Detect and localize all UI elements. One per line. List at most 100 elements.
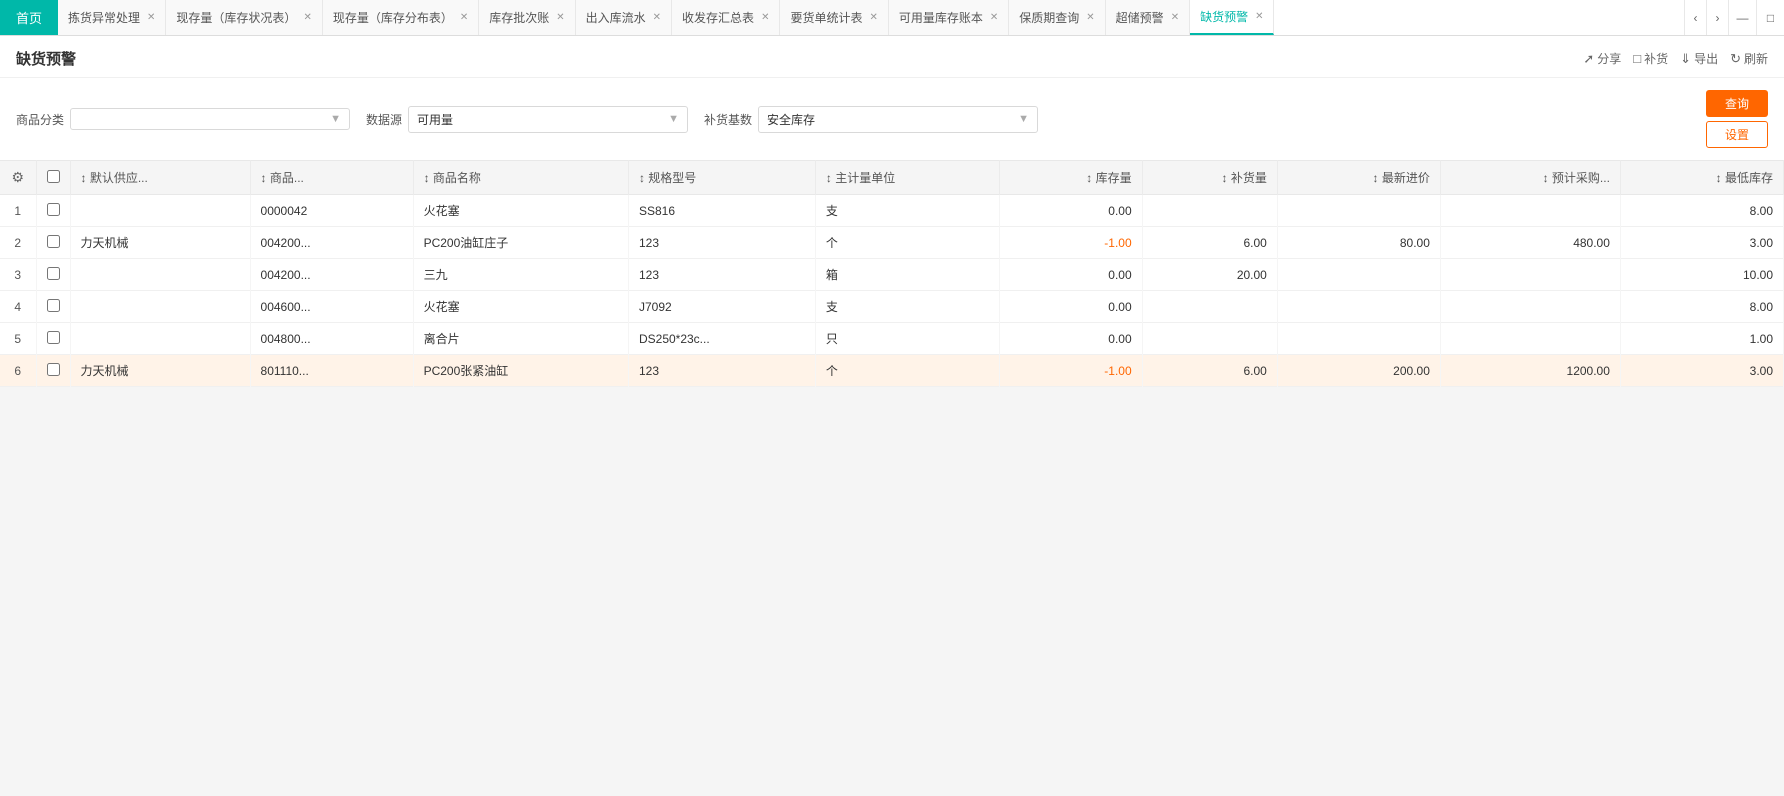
tab-batch-account[interactable]: 库存批次账 ✕ [479, 0, 575, 35]
cell-checkbox-1[interactable] [36, 227, 70, 259]
export-action[interactable]: ⇓ 导出 [1680, 50, 1718, 67]
cell-unit-2: 箱 [815, 259, 999, 291]
category-select[interactable]: ▼ [70, 108, 350, 130]
cell-minstock-3: 8.00 [1620, 291, 1783, 323]
tab-label-batch-account: 库存批次账 [489, 9, 549, 26]
query-button[interactable]: 查询 [1706, 90, 1768, 117]
cell-stock-5: -1.00 [999, 355, 1142, 387]
cell-forecast-5: 1200.00 [1440, 355, 1620, 387]
page-title: 缺货预警 [16, 48, 1583, 69]
tab-close-stock-status[interactable]: ✕ [303, 12, 311, 23]
row-checkbox-5[interactable] [47, 363, 60, 376]
datasource-value: 可用量 [417, 111, 453, 128]
cell-name-4: 离合片 [413, 323, 628, 355]
tab-order-stats[interactable]: 要货单统计表 ✕ [780, 0, 888, 35]
th-name: ↕ 商品名称 [413, 161, 628, 195]
cell-code-4: 004800... [250, 323, 413, 355]
refresh-action[interactable]: ↻ 刷新 [1730, 50, 1768, 67]
replenish-base-filter-group: 补货基数 安全库存 ▼ [704, 106, 1038, 133]
tab-shortage[interactable]: 缺货预警 ✕ [1190, 0, 1274, 35]
cell-minstock-4: 1.00 [1620, 323, 1783, 355]
cell-forecast-3 [1440, 291, 1620, 323]
tab-close-order-stats[interactable]: ✕ [869, 12, 877, 23]
row-checkbox-4[interactable] [47, 331, 60, 344]
export-icon: ⇓ [1680, 51, 1691, 67]
table-row: 2 力天机械 004200... PC200油缸庄子 123 个 -1.00 6… [0, 227, 1784, 259]
datasource-select[interactable]: 可用量 ▼ [408, 106, 688, 133]
tab-label-expiry-query: 保质期查询 [1019, 9, 1079, 26]
tab-maximize-btn[interactable]: □ [1756, 0, 1784, 36]
share-icon: ➚ [1583, 51, 1594, 67]
category-label: 商品分类 [16, 111, 64, 128]
tab-label-shortage: 缺货预警 [1200, 8, 1248, 25]
tab-home[interactable]: 首页 [0, 0, 58, 35]
row-checkbox-3[interactable] [47, 299, 60, 312]
share-action[interactable]: ➚ 分享 [1583, 50, 1621, 67]
tab-close-overstock[interactable]: ✕ [1171, 12, 1179, 23]
cell-num-4: 5 [0, 323, 36, 355]
row-checkbox-0[interactable] [47, 203, 60, 216]
cell-checkbox-4[interactable] [36, 323, 70, 355]
select-all-checkbox[interactable] [47, 170, 60, 183]
tab-scroll-area: 拣货异常处理✕现存量（库存状况表）✕现存量（库存分布表）✕库存批次账✕出入库流水… [58, 0, 1684, 35]
tab-stock-status[interactable]: 现存量（库存状况表）✕ [166, 0, 322, 35]
cell-checkbox-3[interactable] [36, 291, 70, 323]
tab-receive-summary[interactable]: 收发存汇总表✕ [672, 0, 780, 35]
cell-name-3: 火花塞 [413, 291, 628, 323]
tab-close-inout-flow[interactable]: ✕ [653, 12, 661, 23]
th-code-label: ↕ 商品... [261, 171, 304, 185]
gear-icon[interactable]: ⚙ [11, 169, 24, 185]
cell-unit-3: 支 [815, 291, 999, 323]
cell-supplier-2 [70, 259, 250, 291]
table-row: 5 004800... 离合片 DS250*23c... 只 0.00 1.00 [0, 323, 1784, 355]
tab-close-shortage[interactable]: ✕ [1255, 11, 1263, 22]
cell-price-2 [1277, 259, 1440, 291]
tab-inout-flow[interactable]: 出入库流水✕ [576, 0, 672, 35]
th-replenish: ↕ 补货量 [1142, 161, 1277, 195]
cell-code-3: 004600... [250, 291, 413, 323]
tab-close-batch-account[interactable]: ✕ [556, 12, 564, 23]
tab-close-available-ledger[interactable]: ✕ [990, 12, 998, 23]
filter-actions: 查询 设置 [1706, 90, 1768, 148]
cell-spec-3: J7092 [628, 291, 815, 323]
cell-name-2: 三九 [413, 259, 628, 291]
setting-button[interactable]: 设置 [1706, 121, 1768, 148]
cell-replenish-5: 6.00 [1142, 355, 1277, 387]
tab-overstock[interactable]: 超储预警✕ [1106, 0, 1190, 35]
th-unit: ↕ 主计量单位 [815, 161, 999, 195]
tab-close-receive-summary[interactable]: ✕ [761, 12, 769, 23]
cell-supplier-1: 力天机械 [70, 227, 250, 259]
tab-expiry-query[interactable]: 保质期查询 ✕ [1009, 0, 1105, 35]
tab-close-stock-dist[interactable]: ✕ [460, 12, 468, 23]
tab-home-label: 首页 [16, 8, 42, 27]
tab-close-abnormal[interactable]: ✕ [147, 12, 155, 23]
tab-label-order-stats: 要货单统计表 [790, 9, 862, 26]
cell-supplier-3 [70, 291, 250, 323]
replenish-action[interactable]: □ 补货 [1633, 50, 1668, 67]
tab-prev-btn[interactable]: ‹ [1684, 0, 1706, 36]
table-row: 3 004200... 三九 123 箱 0.00 20.00 10.00 [0, 259, 1784, 291]
tab-close-expiry-query[interactable]: ✕ [1086, 12, 1094, 23]
th-minstock-label: ↕ 最低库存 [1716, 171, 1773, 185]
page-header: 缺货预警 ➚ 分享 □ 补货 ⇓ 导出 ↻ 刷新 [0, 36, 1784, 78]
row-checkbox-1[interactable] [47, 235, 60, 248]
tab-minimize-btn[interactable]: — [1728, 0, 1756, 36]
export-label: 导出 [1694, 50, 1718, 67]
cell-replenish-0 [1142, 195, 1277, 227]
tab-stock-dist[interactable]: 现存量（库存分布表）✕ [323, 0, 479, 35]
cell-num-2: 3 [0, 259, 36, 291]
table-row: 4 004600... 火花塞 J7092 支 0.00 8.00 [0, 291, 1784, 323]
cell-spec-1: 123 [628, 227, 815, 259]
tab-abnormal[interactable]: 拣货异常处理✕ [58, 0, 166, 35]
cell-checkbox-0[interactable] [36, 195, 70, 227]
replenish-base-select[interactable]: 安全库存 ▼ [758, 106, 1038, 133]
th-checkbox [36, 161, 70, 195]
gear-th: ⚙ [0, 161, 36, 195]
cell-checkbox-2[interactable] [36, 259, 70, 291]
filter-bar: 商品分类 ▼ 数据源 可用量 ▼ 补货基数 安全库存 ▼ 查询 设置 [0, 78, 1784, 160]
row-checkbox-2[interactable] [47, 267, 60, 280]
tab-available-ledger[interactable]: 可用量库存账本✕ [889, 0, 1009, 35]
tab-next-btn[interactable]: › [1706, 0, 1728, 36]
th-spec-label: ↕ 规格型号 [639, 171, 696, 185]
cell-checkbox-5[interactable] [36, 355, 70, 387]
